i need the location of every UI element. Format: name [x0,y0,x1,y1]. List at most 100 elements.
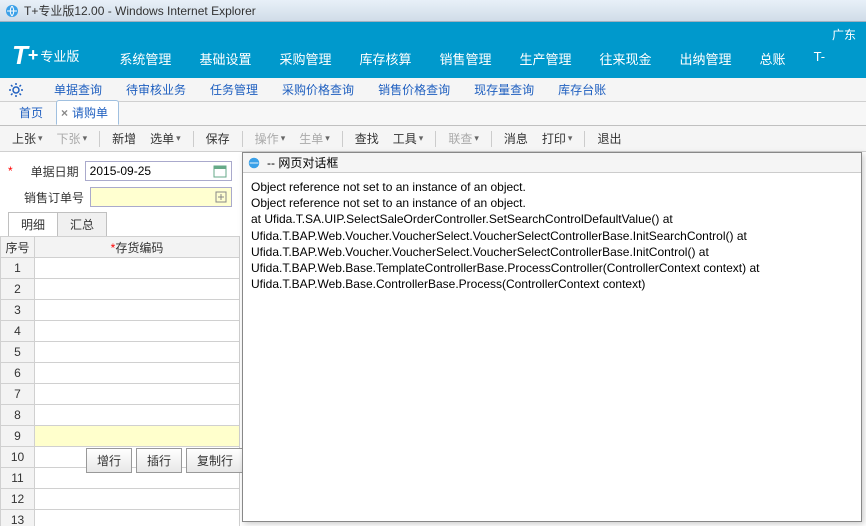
subnav-sale-price[interactable]: 销售价格查询 [378,81,450,98]
table-row[interactable]: 5 [1,342,240,363]
select-label: 选单 [150,130,174,147]
detail-grid[interactable]: 序号 存货编码 12345678910111213 [0,236,240,526]
addrow-button[interactable]: 增行 [86,448,132,473]
row-number: 13 [1,510,35,526]
row-number: 2 [1,279,35,300]
col-code: 存货编码 [35,237,240,258]
order-field[interactable] [90,187,232,207]
msg-button[interactable]: 消息 [500,128,532,149]
tab-home[interactable]: 首页 [8,100,54,125]
cell-code[interactable] [35,405,240,426]
subnav-pending[interactable]: 待审核业务 [126,81,186,98]
tab-detail[interactable]: 明细 [8,212,58,236]
tool-button[interactable]: 工具▾ [389,128,428,149]
document-tabs: 首页 ×请购单 [0,102,866,126]
tab-requisition[interactable]: ×请购单 [56,100,119,125]
nav-inventory[interactable]: 库存核算 [359,49,411,68]
cell-code[interactable] [35,426,240,447]
insrow-button[interactable]: 插行 [136,448,182,473]
separator [435,131,436,147]
required-mark: * [8,164,13,178]
table-row[interactable]: 4 [1,321,240,342]
nav-cashier[interactable]: 出纳管理 [680,49,732,68]
print-button[interactable]: 打印▾ [538,128,577,149]
nav-purchase[interactable]: 采购管理 [279,49,331,68]
cell-code[interactable] [35,321,240,342]
subnav-stock[interactable]: 现存量查询 [474,81,534,98]
prev-label: 上张 [12,130,36,147]
subnav-task[interactable]: 任务管理 [210,81,258,98]
app-logo: T+ 专业版 [12,42,79,78]
dialog-title: -- 网页对话框 [267,154,338,171]
print-label: 打印 [542,130,566,147]
copyrow-button[interactable]: 复制行 [186,448,244,473]
separator [342,131,343,147]
webpage-dialog[interactable]: -- 网页对话框 Object reference not set to an … [242,152,862,522]
cell-code[interactable] [35,258,240,279]
nav-base[interactable]: 基础设置 [199,49,251,68]
calendar-icon[interactable] [213,164,227,178]
cell-code[interactable] [35,300,240,321]
cell-code[interactable] [35,342,240,363]
row-number: 5 [1,342,35,363]
separator [491,131,492,147]
table-row[interactable]: 8 [1,405,240,426]
subnav-purchase-price[interactable]: 采购价格查询 [282,81,354,98]
cell-code[interactable] [35,279,240,300]
subnav-voucher-query[interactable]: 单据查询 [54,81,102,98]
voucher-toolbar: 上张▾ 下张▾ 新增 选单▾ 保存 操作▾ 生单▾ 查找 工具▾ 联查▾ 消息 … [0,126,866,152]
cell-code[interactable] [35,510,240,526]
table-row[interactable]: 12 [1,489,240,510]
row-number: 3 [1,300,35,321]
select-button[interactable]: 选单▾ [146,128,185,149]
tool-label: 工具 [393,130,417,147]
table-row[interactable]: 13 [1,510,240,526]
add-button[interactable]: 新增 [108,128,140,149]
next-label: 下张 [57,130,81,147]
save-button[interactable]: 保存 [202,128,234,149]
table-row[interactable]: 7 [1,384,240,405]
nav-sales[interactable]: 销售管理 [439,49,491,68]
cell-code[interactable] [35,384,240,405]
cell-code[interactable] [35,363,240,384]
prev-button[interactable]: 上张▾ [8,128,47,149]
lookup-icon[interactable] [215,191,227,203]
table-row[interactable]: 9 [1,426,240,447]
table-row[interactable]: 2 [1,279,240,300]
table-row[interactable]: 3 [1,300,240,321]
grid-area: 序号 存货编码 12345678910111213 [0,236,240,526]
link-button[interactable]: 联查▾ [444,128,483,149]
exit-button[interactable]: 退出 [593,128,625,149]
nav-gl[interactable]: 总账 [760,49,786,68]
subnav-ledger[interactable]: 库存台账 [558,81,606,98]
find-button[interactable]: 查找 [351,128,383,149]
tab-summary[interactable]: 汇总 [57,212,107,236]
action-button[interactable]: 操作▾ [251,128,290,149]
date-field[interactable]: 2015-09-25 [85,161,232,181]
separator [242,131,243,147]
nav-system[interactable]: 系统管理 [119,49,171,68]
date-row: * 单据日期 2015-09-25 [8,160,232,182]
nav-cash[interactable]: 往来现金 [600,49,652,68]
cell-code[interactable] [35,489,240,510]
close-icon[interactable]: × [61,106,68,120]
find-label: 查找 [355,130,379,147]
row-number: 8 [1,405,35,426]
save-label: 保存 [206,130,230,147]
top-nav: T+ 专业版 系统管理 基础设置 采购管理 库存核算 销售管理 生产管理 往来现… [0,22,866,78]
exit-label: 退出 [597,130,621,147]
add-label: 新增 [112,130,136,147]
separator [193,131,194,147]
error-line: Object reference not set to an instance … [251,179,853,195]
next-button[interactable]: 下张▾ [53,128,92,149]
dialog-titlebar[interactable]: -- 网页对话框 [243,153,861,173]
table-row[interactable]: 1 [1,258,240,279]
nav-t[interactable]: T- [814,49,826,68]
table-row[interactable]: 6 [1,363,240,384]
col-seq: 序号 [1,237,35,258]
nav-production[interactable]: 生产管理 [520,49,572,68]
error-line: Object reference not set to an instance … [251,195,853,211]
gear-icon[interactable] [8,82,24,98]
logo-text: T [12,42,28,68]
generate-button[interactable]: 生单▾ [295,128,334,149]
